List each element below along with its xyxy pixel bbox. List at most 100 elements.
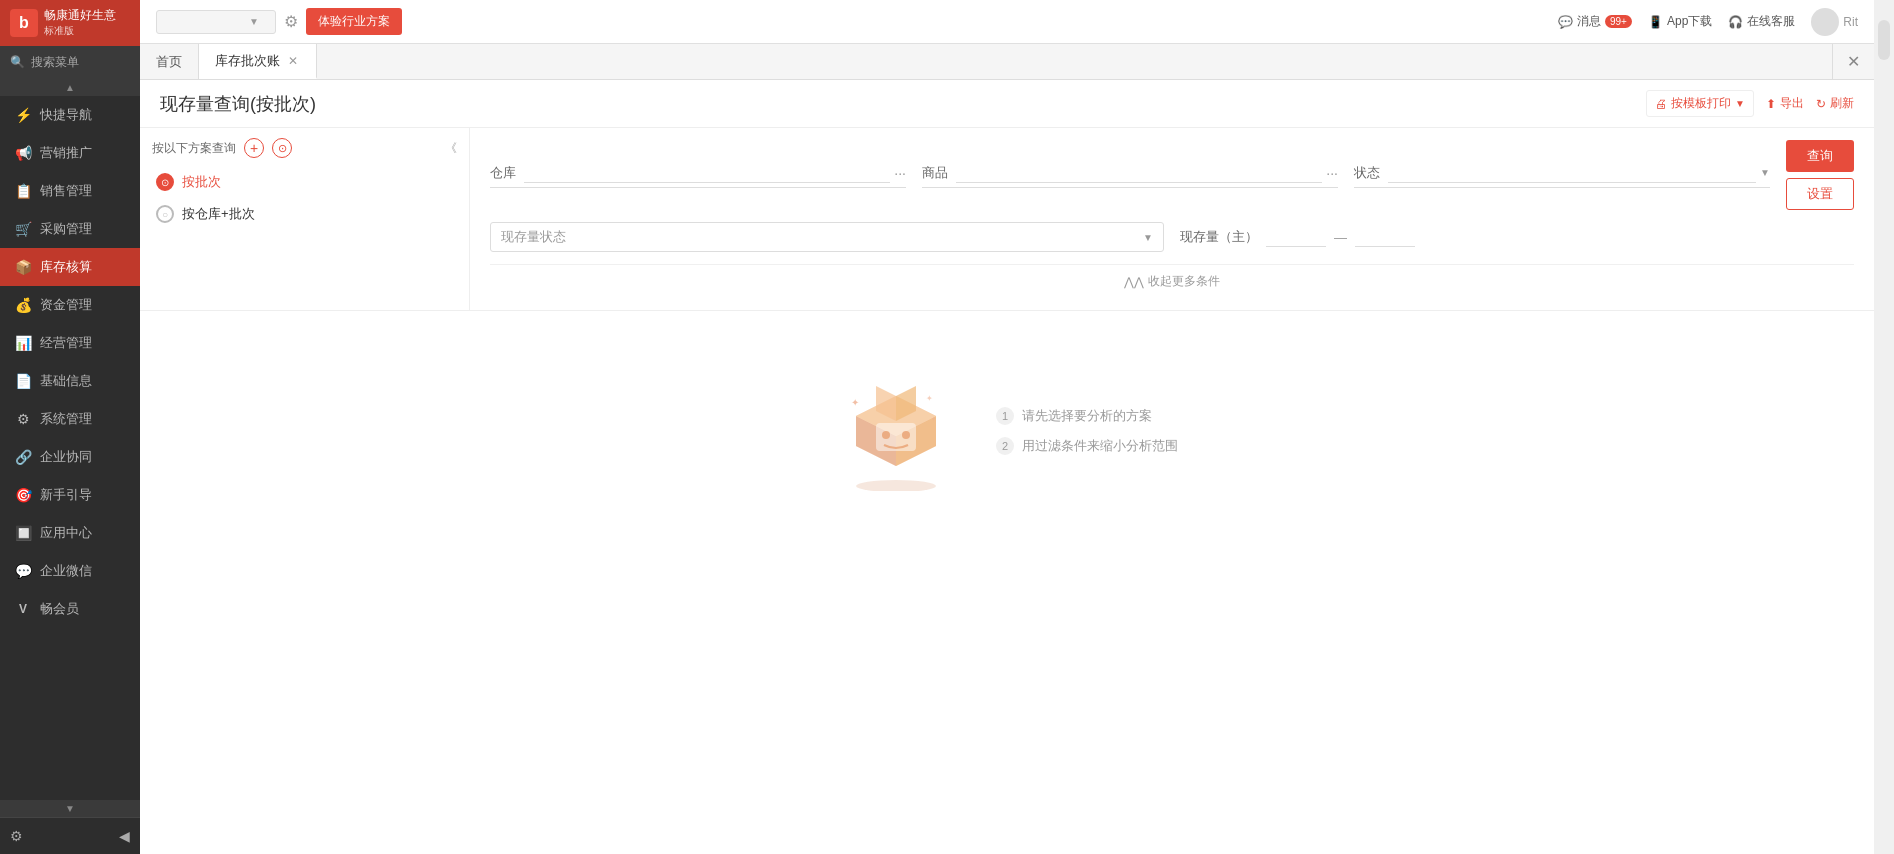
topbar-search-box[interactable]: ▼ — [156, 10, 276, 34]
product-dots-btn[interactable]: ··· — [1326, 165, 1338, 181]
sidebar-item-member[interactable]: V 畅会员 — [0, 590, 140, 628]
sidebar-scroll-up[interactable]: ▲ — [0, 79, 140, 96]
user-profile[interactable]: Rit — [1811, 8, 1858, 36]
page-content: 现存量查询(按批次) 🖨 按模板打印 ▼ ⬆ 导出 ↻ 刷新 — [140, 80, 1874, 854]
sidebar-item-finance[interactable]: 💰 资金管理 — [0, 286, 140, 324]
refresh-btn[interactable]: ↻ 刷新 — [1816, 95, 1854, 112]
sidebar-item-operations[interactable]: 📊 经营管理 — [0, 324, 140, 362]
right-panel — [1874, 0, 1894, 854]
collapse-scheme-btn[interactable]: 《 — [445, 140, 457, 157]
settings-btn[interactable]: 设置 — [1786, 178, 1854, 210]
purchase-icon: 🛒 — [14, 220, 32, 238]
enterprise-icon: 🔗 — [14, 448, 32, 466]
empty-illustration: ✦ ✦ ✦ — [836, 371, 956, 491]
query-btn[interactable]: 查询 — [1786, 140, 1854, 172]
online-service-btn[interactable]: 🎧 在线客服 — [1728, 13, 1795, 30]
collapse-more-btn[interactable]: ⋀⋀ 收起更多条件 — [490, 264, 1854, 298]
member-icon: V — [14, 600, 32, 618]
svg-point-3 — [902, 431, 910, 439]
svg-rect-1 — [876, 423, 916, 451]
settings-footer-icon[interactable]: ⚙ — [10, 828, 23, 844]
tab-home[interactable]: 首页 — [140, 44, 199, 79]
collapse-sidebar-icon[interactable]: ◀ — [119, 828, 130, 844]
sidebar-item-guide[interactable]: 🎯 新手引导 — [0, 476, 140, 514]
sidebar-item-inventory[interactable]: 📦 库存核算 — [0, 248, 140, 286]
page-header: 现存量查询(按批次) 🖨 按模板打印 ▼ ⬆ 导出 ↻ 刷新 — [140, 80, 1874, 128]
app-download-icon: 📱 — [1648, 15, 1663, 29]
export-btn[interactable]: ⬆ 导出 — [1766, 95, 1804, 112]
tab-close-icon[interactable]: ✕ — [286, 54, 300, 68]
print-dropdown-icon[interactable]: ▼ — [1735, 98, 1745, 109]
stock-status-placeholder: 现存量状态 — [501, 228, 1135, 246]
stock-status-select[interactable]: 现存量状态 ▼ — [490, 222, 1164, 252]
guide-icon: 🎯 — [14, 486, 32, 504]
tab-batch-account[interactable]: 库存批次账 ✕ — [199, 44, 317, 79]
warehouse-field: 仓库 ··· — [490, 163, 906, 188]
sidebar-item-quick-nav[interactable]: ⚡ 快捷导航 — [0, 96, 140, 134]
stock-qty-min-input[interactable] — [1266, 227, 1326, 247]
stock-status-chevron-icon: ▼ — [1143, 232, 1153, 243]
app-download-label: App下载 — [1667, 13, 1712, 30]
sidebar-item-basic-info[interactable]: 📄 基础信息 — [0, 362, 140, 400]
warehouse-label: 仓库 — [490, 164, 520, 182]
svg-text:✦: ✦ — [926, 394, 933, 403]
sidebar-item-label: 系统管理 — [40, 410, 92, 428]
panel-close-btn[interactable]: ✕ — [1832, 44, 1874, 79]
right-panel-handle[interactable] — [1878, 20, 1890, 60]
scheme-batch-label: 按批次 — [182, 173, 221, 191]
system-icon: ⚙ — [14, 410, 32, 428]
sidebar-scroll-down[interactable]: ▼ — [0, 800, 140, 817]
stock-qty-container: 现存量（主） — — [1180, 227, 1854, 247]
sidebar-item-label: 营销推广 — [40, 144, 92, 162]
sidebar-item-purchase[interactable]: 🛒 采购管理 — [0, 210, 140, 248]
finance-icon: 💰 — [14, 296, 32, 314]
sidebar-item-label: 应用中心 — [40, 524, 92, 542]
app-center-icon: 🔲 — [14, 524, 32, 542]
warehouse-dots-btn[interactable]: ··· — [894, 165, 906, 181]
status-input[interactable] — [1388, 163, 1756, 183]
topbar-right: 💬 消息 99+ 📱 App下载 🎧 在线客服 Rit — [1558, 8, 1858, 36]
collapse-up-icon: ⋀⋀ — [1124, 275, 1144, 289]
sidebar-item-sales[interactable]: 📋 销售管理 — [0, 172, 140, 210]
empty-state: ✦ ✦ ✦ 1 请先选择要分析的方案 2 用过滤条件来缩小分析范围 — [140, 311, 1874, 551]
sidebar-item-label: 快捷导航 — [40, 106, 92, 124]
status-label: 状态 — [1354, 164, 1384, 182]
topbar-gear-icon[interactable]: ⚙ — [284, 12, 298, 31]
marketing-icon: 📢 — [14, 144, 32, 162]
scheme-item-batch[interactable]: ⊙ 按批次 — [140, 166, 469, 198]
sidebar-item-label: 企业微信 — [40, 562, 92, 580]
edit-scheme-btn[interactable]: ⊙ — [272, 138, 292, 158]
main-content: ▼ ⚙ 体验行业方案 💬 消息 99+ 📱 App下载 🎧 在线客服 Rit — [140, 0, 1874, 854]
scheme-inactive-icon: ○ — [156, 205, 174, 223]
app-download-btn[interactable]: 📱 App下载 — [1648, 13, 1712, 30]
messages-label: 消息 — [1577, 13, 1601, 30]
sidebar-item-app-center[interactable]: 🔲 应用中心 — [0, 514, 140, 552]
warehouse-input[interactable] — [524, 163, 890, 183]
status-dropdown-icon[interactable]: ▼ — [1760, 167, 1770, 178]
empty-tip-1: 1 请先选择要分析的方案 — [996, 407, 1178, 425]
stock-qty-max-input[interactable] — [1355, 227, 1415, 247]
product-input[interactable] — [956, 163, 1322, 183]
sidebar-item-wechat[interactable]: 💬 企业微信 — [0, 552, 140, 590]
sidebar-item-marketing[interactable]: 📢 营销推广 — [0, 134, 140, 172]
messages-btn[interactable]: 💬 消息 99+ — [1558, 13, 1632, 30]
sidebar-search[interactable]: 🔍 搜索菜单 — [0, 46, 140, 79]
add-scheme-btn[interactable]: + — [244, 138, 264, 158]
sidebar-item-system[interactable]: ⚙ 系统管理 — [0, 400, 140, 438]
template-print-btn[interactable]: 🖨 按模板打印 ▼ — [1646, 90, 1754, 117]
headset-icon: 🎧 — [1728, 15, 1743, 29]
filter-area: 按以下方案查询 + ⊙ 《 ⊙ 按批次 ○ 按仓库+批次 — [140, 128, 1874, 311]
empty-state-content: ✦ ✦ ✦ 1 请先选择要分析的方案 2 用过滤条件来缩小分析范围 — [836, 371, 1178, 491]
tab-home-label: 首页 — [156, 53, 182, 71]
scheme-header-label: 按以下方案查询 — [152, 140, 236, 157]
search-label: 搜索菜单 — [31, 54, 79, 71]
topbar-search-input[interactable] — [165, 15, 245, 29]
experience-btn[interactable]: 体验行业方案 — [306, 8, 402, 35]
tab-batch-account-label: 库存批次账 — [215, 52, 280, 70]
sidebar-item-label: 畅会员 — [40, 600, 79, 618]
tip-num-1: 1 — [996, 407, 1014, 425]
status-input-container: 状态 ▼ — [1354, 163, 1770, 188]
sidebar-item-enterprise[interactable]: 🔗 企业协同 — [0, 438, 140, 476]
sidebar: b 畅康通好生意 标准版 🔍 搜索菜单 ▲ ⚡ 快捷导航 📢 营销推广 📋 销售… — [0, 0, 140, 854]
scheme-item-warehouse-batch[interactable]: ○ 按仓库+批次 — [140, 198, 469, 230]
